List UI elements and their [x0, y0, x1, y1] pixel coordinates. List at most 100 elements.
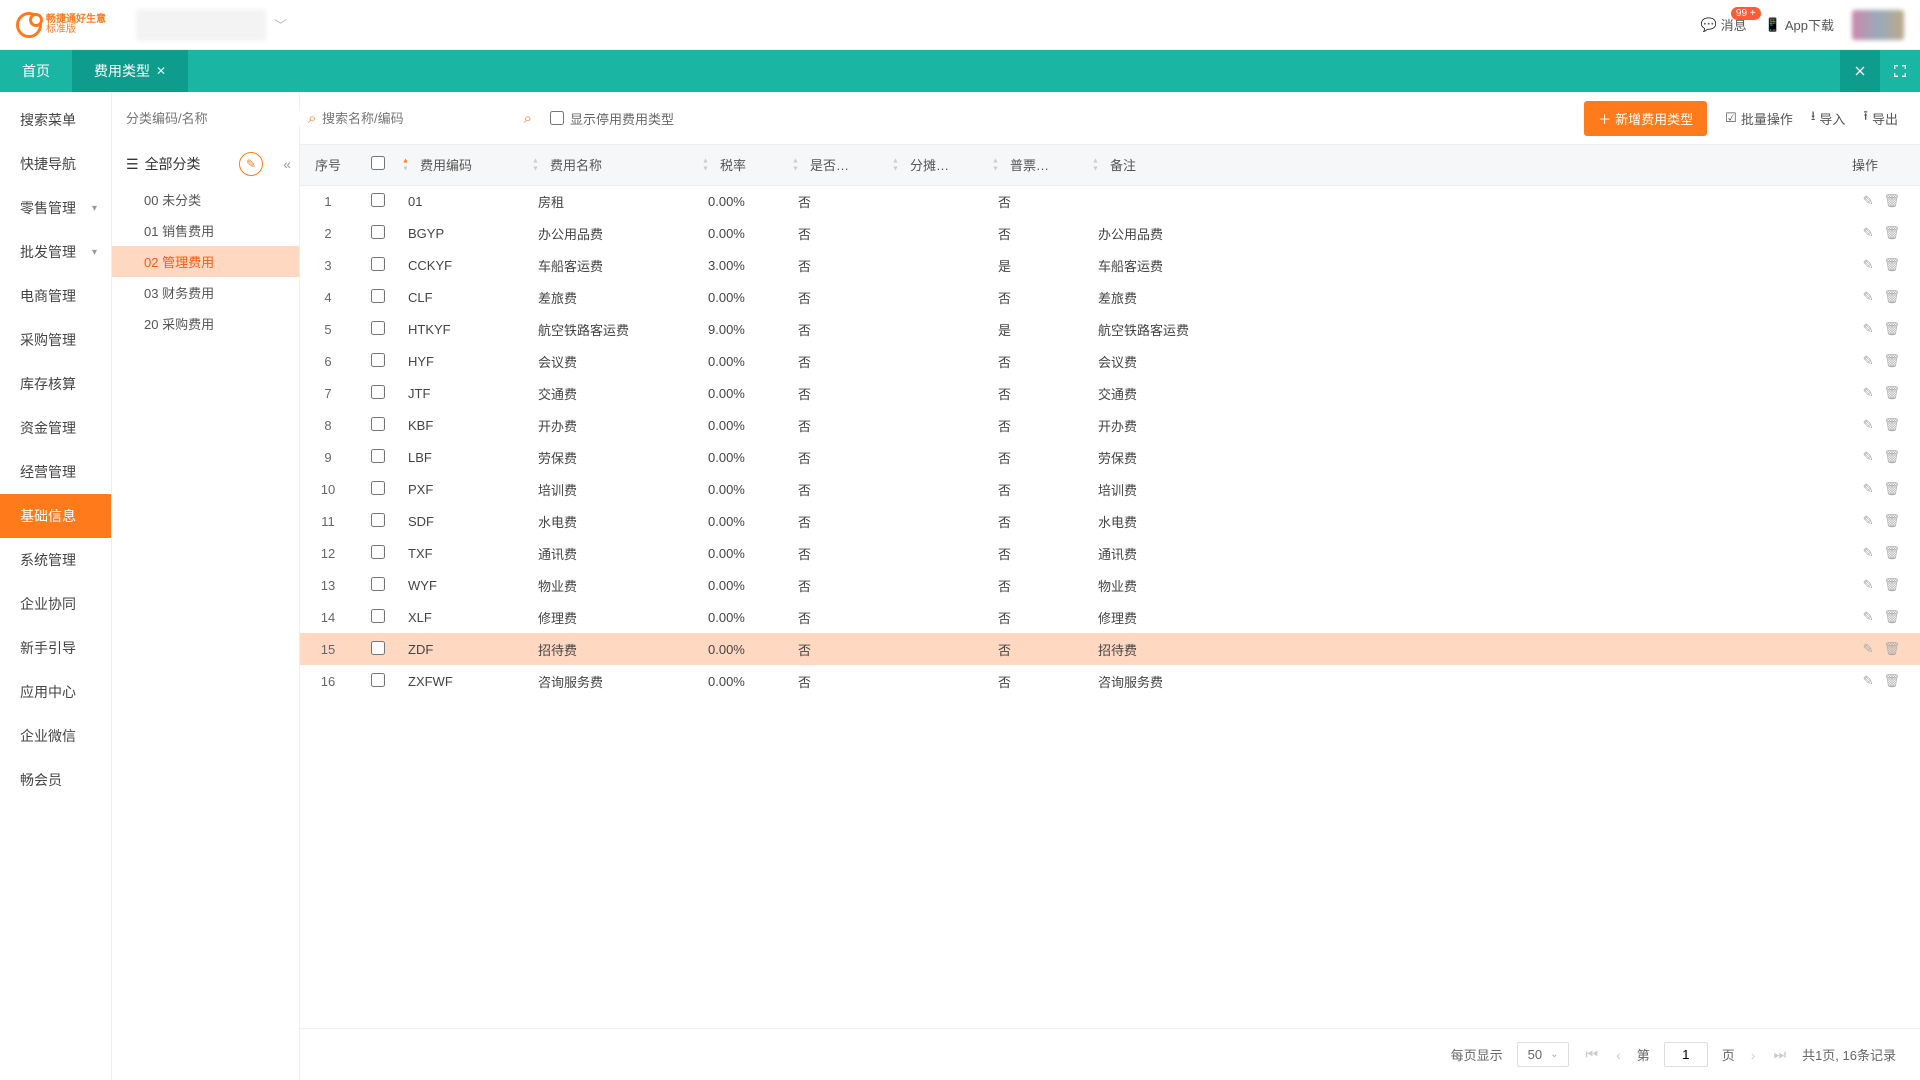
col-rate[interactable]: ▲▼税率	[700, 145, 790, 185]
edit-category-icon[interactable]: ✎	[239, 152, 263, 176]
messages-button[interactable]: 💬 消息 99 +	[1700, 15, 1746, 34]
edit-icon[interactable]: ✎	[1863, 353, 1874, 368]
edit-icon[interactable]: ✎	[1863, 641, 1874, 656]
table-row[interactable]: 16ZXFWF咨询服务费0.00%否否咨询服务费✎🗑	[300, 665, 1920, 697]
row-checkbox[interactable]	[371, 449, 385, 463]
delete-icon[interactable]: 🗑	[1883, 321, 1900, 336]
sidebar-item[interactable]: 批发管理▾	[0, 230, 111, 274]
fullscreen-button[interactable]	[1880, 50, 1920, 92]
col-code[interactable]: ▲▼费用编码	[400, 145, 530, 185]
table-row[interactable]: 4CLF差旅费0.00%否否差旅费✎🗑	[300, 281, 1920, 313]
delete-icon[interactable]: 🗑	[1883, 577, 1900, 592]
page-input[interactable]	[1664, 1042, 1708, 1067]
delete-icon[interactable]: 🗑	[1883, 513, 1900, 528]
row-checkbox[interactable]	[371, 513, 385, 527]
sidebar-item[interactable]: 快捷导航	[0, 142, 111, 186]
edit-icon[interactable]: ✎	[1863, 257, 1874, 272]
table-row[interactable]: 5HTKYF航空铁路客运费9.00%否是航空铁路客运费✎🗑	[300, 313, 1920, 345]
tab-close-all[interactable]	[1840, 50, 1880, 92]
app-download-button[interactable]: 📱 App下载	[1765, 15, 1834, 34]
row-checkbox[interactable]	[371, 225, 385, 239]
sidebar-item[interactable]: 企业微信	[0, 714, 111, 758]
col-ticket[interactable]: ▲▼普票…	[990, 145, 1090, 185]
table-row[interactable]: 12TXF通讯费0.00%否否通讯费✎🗑	[300, 537, 1920, 569]
table-row[interactable]: 3CCKYF车船客运费3.00%否是车船客运费✎🗑	[300, 249, 1920, 281]
edit-icon[interactable]: ✎	[1863, 289, 1874, 304]
row-checkbox[interactable]	[371, 353, 385, 367]
delete-icon[interactable]: 🗑	[1883, 417, 1900, 432]
category-root[interactable]: ☰ 全部分类 ✎ «	[112, 144, 299, 184]
category-search-input[interactable]	[126, 111, 302, 126]
edit-icon[interactable]: ✎	[1863, 193, 1874, 208]
edit-icon[interactable]: ✎	[1863, 545, 1874, 560]
row-checkbox[interactable]	[371, 481, 385, 495]
col-name[interactable]: ▲▼费用名称	[530, 145, 700, 185]
collapse-panel-icon[interactable]: «	[283, 156, 291, 172]
table-row[interactable]: 6HYF会议费0.00%否否会议费✎🗑	[300, 345, 1920, 377]
row-checkbox[interactable]	[371, 577, 385, 591]
row-checkbox[interactable]	[371, 609, 385, 623]
batch-button[interactable]: ☑ 批量操作	[1725, 109, 1793, 128]
table-row[interactable]: 14XLF修理费0.00%否否修理费✎🗑	[300, 601, 1920, 633]
edit-icon[interactable]: ✎	[1863, 385, 1874, 400]
sidebar-item[interactable]: 畅会员	[0, 758, 111, 802]
sidebar-item[interactable]: 应用中心	[0, 670, 111, 714]
sidebar-item[interactable]: 电商管理	[0, 274, 111, 318]
export-button[interactable]: ⭱ 导出	[1863, 107, 1898, 129]
delete-icon[interactable]: 🗑	[1883, 449, 1900, 464]
sidebar-item[interactable]: 搜索菜单	[0, 98, 111, 142]
delete-icon[interactable]: 🗑	[1883, 609, 1900, 624]
sidebar-item[interactable]: 企业协同	[0, 582, 111, 626]
sidebar-item[interactable]: 资金管理	[0, 406, 111, 450]
row-checkbox[interactable]	[371, 545, 385, 559]
edit-icon[interactable]: ✎	[1863, 513, 1874, 528]
table-row[interactable]: 13WYF物业费0.00%否否物业费✎🗑	[300, 569, 1920, 601]
row-checkbox[interactable]	[371, 321, 385, 335]
edit-icon[interactable]: ✎	[1863, 417, 1874, 432]
delete-icon[interactable]: 🗑	[1883, 545, 1900, 560]
edit-icon[interactable]: ✎	[1863, 577, 1874, 592]
table-row[interactable]: 11SDF水电费0.00%否否水电费✎🗑	[300, 505, 1920, 537]
row-checkbox[interactable]	[371, 289, 385, 303]
show-disabled-input[interactable]	[550, 111, 564, 125]
delete-icon[interactable]: 🗑	[1883, 673, 1900, 688]
col-yesno[interactable]: ▲▼是否…	[790, 145, 890, 185]
row-checkbox[interactable]	[371, 257, 385, 271]
delete-icon[interactable]: 🗑	[1883, 385, 1900, 400]
last-page-button[interactable]: ⏭	[1771, 1044, 1788, 1065]
chevron-down-icon[interactable]: ﹀	[274, 15, 287, 34]
delete-icon[interactable]: 🗑	[1883, 353, 1900, 368]
row-checkbox[interactable]	[371, 417, 385, 431]
table-row[interactable]: 10PXF培训费0.00%否否培训费✎🗑	[300, 473, 1920, 505]
sidebar-item[interactable]: 经营管理	[0, 450, 111, 494]
sidebar-item[interactable]: 基础信息	[0, 494, 111, 538]
edit-icon[interactable]: ✎	[1863, 481, 1874, 496]
col-share[interactable]: ▲▼分摊…	[890, 145, 990, 185]
col-remark[interactable]: ▲▼备注	[1090, 145, 1810, 185]
row-checkbox[interactable]	[371, 673, 385, 687]
delete-icon[interactable]: 🗑	[1883, 289, 1900, 304]
sidebar-item[interactable]: 新手引导	[0, 626, 111, 670]
table-row[interactable]: 7JTF交通费0.00%否否交通费✎🗑	[300, 377, 1920, 409]
table-row[interactable]: 8KBF开办费0.00%否否开办费✎🗑	[300, 409, 1920, 441]
first-page-button[interactable]: ⏮	[1583, 1044, 1600, 1065]
import-button[interactable]: ⭳ 导入	[1811, 107, 1846, 129]
delete-icon[interactable]: 🗑	[1883, 225, 1900, 240]
row-checkbox[interactable]	[371, 385, 385, 399]
close-icon[interactable]: ✕	[156, 64, 166, 78]
table-row[interactable]: 2BGYP办公用品费0.00%否否办公用品费✎🗑	[300, 217, 1920, 249]
delete-icon[interactable]: 🗑	[1883, 257, 1900, 272]
category-item[interactable]: 20 采购费用	[112, 308, 299, 339]
org-selector[interactable]	[136, 9, 266, 41]
edit-icon[interactable]: ✎	[1863, 673, 1874, 688]
tab-home[interactable]: 首页	[0, 50, 72, 92]
category-item[interactable]: 00 未分类	[112, 184, 299, 215]
row-checkbox[interactable]	[371, 193, 385, 207]
search-icon[interactable]: ⌕	[308, 110, 316, 127]
search-input[interactable]	[322, 111, 516, 126]
page-size-select[interactable]: 50 ⌄	[1517, 1042, 1570, 1067]
sidebar-item[interactable]: 系统管理	[0, 538, 111, 582]
row-checkbox[interactable]	[371, 641, 385, 655]
sidebar-item[interactable]: 零售管理▾	[0, 186, 111, 230]
sidebar-item[interactable]: 库存核算	[0, 362, 111, 406]
